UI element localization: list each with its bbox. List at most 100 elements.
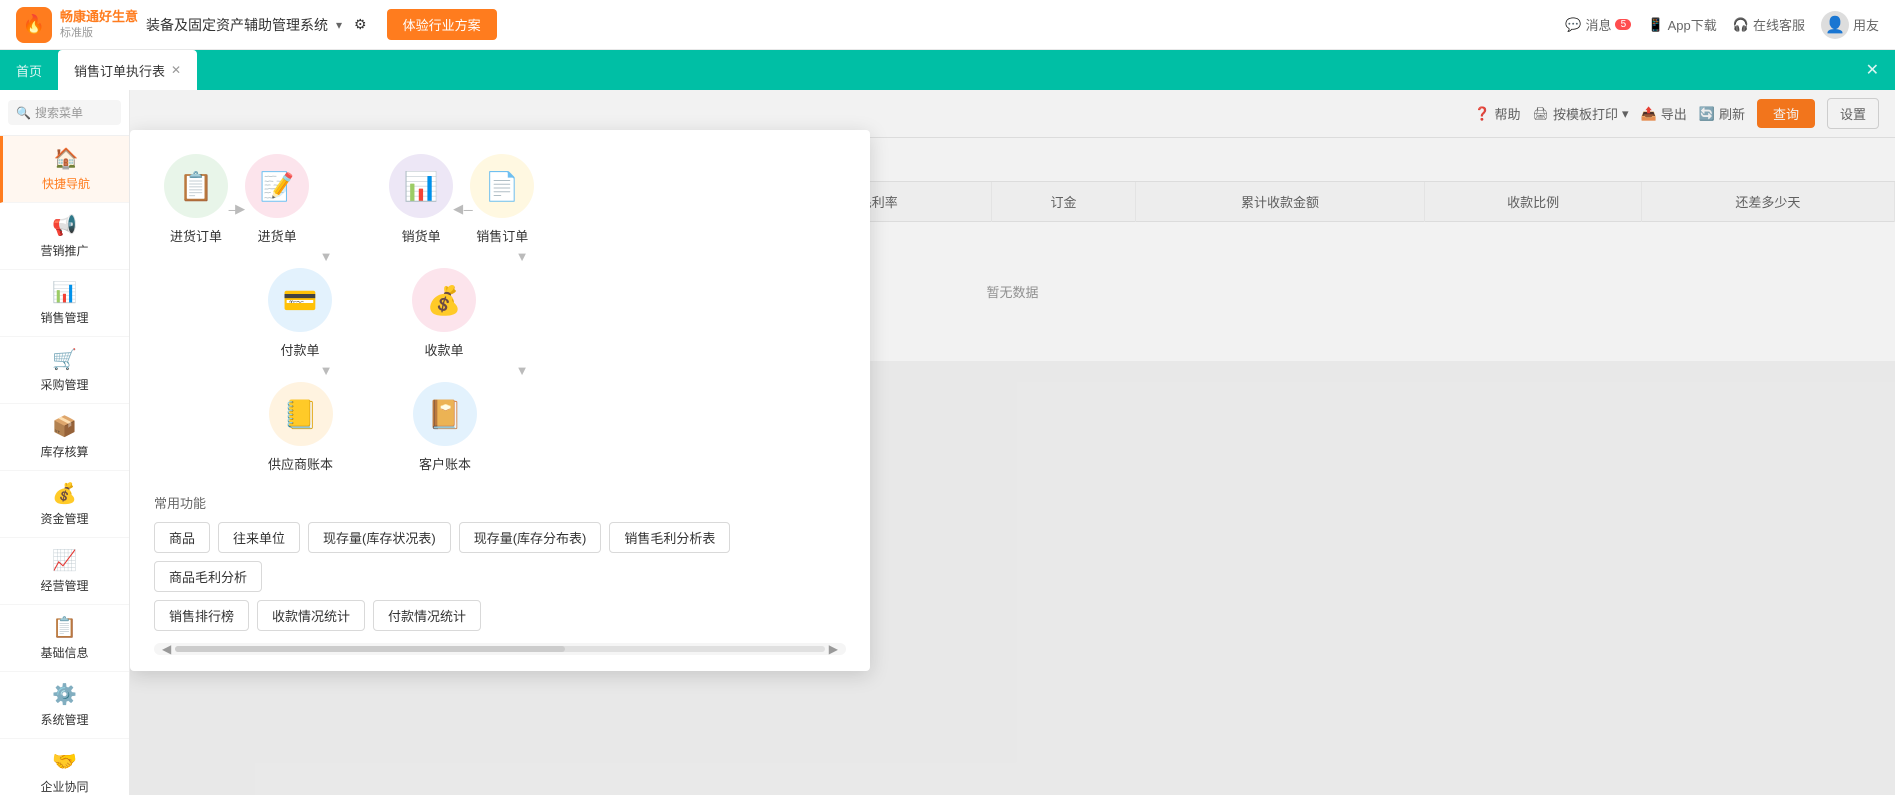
sidebar-item-inventory[interactable]: 📦 库存核算 [0, 404, 129, 471]
flow-arrows-down-1: ▼ ▼ [154, 245, 846, 268]
purchase-order-circle: 📋 [164, 154, 228, 218]
tab-close-all-btn[interactable]: ✕ [1866, 60, 1879, 80]
scroll-right-btn[interactable]: ▶ [825, 642, 842, 656]
system-label: 系统管理 [40, 711, 88, 728]
settings-icon[interactable]: ⚙ [354, 16, 367, 33]
down-arrow-sales: ▼ [490, 249, 554, 264]
func-btn-stock-status[interactable]: 现存量(库存状况表) [308, 522, 451, 553]
system-icon: ⚙️ [52, 682, 77, 707]
tab-bar: 首页 销售订单执行表 ✕ ✕ [0, 50, 1895, 90]
sidebar-search-inner[interactable]: 🔍 搜索菜单 [8, 100, 121, 125]
func-btn-receipt-stats[interactable]: 收款情况统计 [257, 600, 365, 631]
func-btn-product-gross[interactable]: 商品毛利分析 [154, 561, 262, 592]
func-btn-product[interactable]: 商品 [154, 522, 210, 553]
supplier-ledger-label: 供应商账本 [268, 454, 333, 473]
tab-close-icon[interactable]: ✕ [171, 63, 181, 77]
quick-nav-label: 快捷导航 [42, 175, 90, 192]
enterprise-icon: 🤝 [52, 749, 77, 774]
sales-bill-icon: 📊 [404, 170, 439, 203]
func-btn-sales-ranking[interactable]: 销售排行榜 [154, 600, 249, 631]
top-header: 🔥 畅康通好生意 标准版 装备及固定资产辅助管理系统 ▾ ⚙ 体验行业方案 💬 … [0, 0, 1895, 50]
receipt-circle: 💰 [412, 268, 476, 332]
common-functions: 常用功能 商品 往来单位 现存量(库存状况表) 现存量(库存分布表) 销售毛利分… [154, 493, 846, 631]
basic-info-label: 基础信息 [40, 644, 88, 661]
sidebar-item-enterprise[interactable]: 🤝 企业协同 [0, 739, 129, 795]
header-right: 💬 消息 5 📱 App下载 🎧 在线客服 👤 用友 [1565, 11, 1879, 39]
system-dropdown-btn[interactable]: ▾ [336, 18, 342, 32]
quick-nav-icon: 🏠 [54, 146, 79, 171]
user-name: 用友 [1853, 15, 1879, 34]
logo-text: 畅康通好生意 标准版 [60, 8, 138, 42]
sales-label: 销售管理 [40, 309, 88, 326]
func-btn-supplier-customer[interactable]: 往来单位 [218, 522, 300, 553]
arrow-4-3: ◀ - - - - [453, 201, 470, 217]
tab-sales-order-exec-label: 销售订单执行表 [74, 61, 165, 80]
user-area[interactable]: 👤 用友 [1821, 11, 1879, 39]
flow-node-purchase-order[interactable]: 📋 进货订单 [164, 154, 228, 245]
scroll-left-btn[interactable]: ◀ [158, 642, 175, 656]
main-layout: 🔍 搜索菜单 🏠 快捷导航 📢 营销推广 📊 销售管理 🛒 采购管理 📦 库存核… [0, 90, 1895, 795]
customer-ledger-circle: 📔 [413, 382, 477, 446]
popup-scrollbar[interactable]: ◀ ▶ [154, 643, 846, 655]
flow-diagram: 📋 进货订单 - - - - ▶ 📝 进货单 [154, 154, 846, 473]
headset-icon: 🎧 [1733, 17, 1749, 33]
sidebar-item-basic-info[interactable]: 📋 基础信息 [0, 605, 129, 672]
sidebar-item-marketing[interactable]: 📢 营销推广 [0, 203, 129, 270]
func-btn-sales-gross[interactable]: 销售毛利分析表 [609, 522, 730, 553]
tab-home-label: 首页 [16, 61, 42, 80]
phone-icon: 📱 [1647, 17, 1663, 33]
purchase-bill-label: 进货单 [258, 226, 297, 245]
flow-row-1: 📋 进货订单 - - - - ▶ 📝 进货单 [154, 154, 846, 245]
scrollbar-thumb[interactable] [175, 646, 565, 652]
app-download-label: App下载 [1668, 15, 1717, 34]
flow-node-sales-bill[interactable]: 📊 销货单 [389, 154, 453, 245]
sales-icon: 📊 [52, 280, 77, 305]
purchase-order-icon: 📋 [179, 170, 214, 203]
sidebar-item-finance[interactable]: 💰 资金管理 [0, 471, 129, 538]
tab-sales-order-exec[interactable]: 销售订单执行表 ✕ [58, 50, 197, 90]
scrollbar-track[interactable] [175, 646, 825, 652]
sales-bill-circle: 📊 [389, 154, 453, 218]
sidebar-item-system[interactable]: ⚙️ 系统管理 [0, 672, 129, 739]
func-btn-payment-stats[interactable]: 付款情况统计 [373, 600, 481, 631]
supplier-ledger-icon: 📒 [283, 398, 318, 431]
sidebar-search-area[interactable]: 🔍 搜索菜单 [0, 90, 129, 136]
sidebar: 🔍 搜索菜单 🏠 快捷导航 📢 营销推广 📊 销售管理 🛒 采购管理 📦 库存核… [0, 90, 130, 795]
dashed-h-2: - - - - [463, 202, 470, 217]
payment-label: 付款单 [280, 340, 319, 359]
inventory-label: 库存核算 [40, 443, 88, 460]
online-service-btn[interactable]: 🎧 在线客服 [1733, 15, 1805, 34]
purchase-bill-icon: 📝 [260, 170, 295, 203]
flow-row-2: 💳 付款单 💰 收款单 [154, 268, 846, 359]
flow-node-customer-ledger[interactable]: 📔 客户账本 [413, 382, 477, 473]
finance-icon: 💰 [52, 481, 77, 506]
sidebar-item-quick-nav[interactable]: 🏠 快捷导航 [0, 136, 129, 203]
sidebar-item-sales[interactable]: 📊 销售管理 [0, 270, 129, 337]
flow-node-receipt[interactable]: 💰 收款单 [412, 268, 476, 359]
sidebar-item-operation[interactable]: 📈 经营管理 [0, 538, 129, 605]
sales-bill-label: 销货单 [402, 226, 441, 245]
customer-ledger-icon: 📔 [428, 398, 463, 431]
purchase-bill-circle: 📝 [245, 154, 309, 218]
flow-row-3: 📒 供应商账本 📔 客户账本 [154, 382, 846, 473]
flow-node-purchase-bill[interactable]: 📝 进货单 [245, 154, 309, 245]
sidebar-item-purchase[interactable]: 🛒 采购管理 [0, 337, 129, 404]
system-title-text: 装备及固定资产辅助管理系统 [146, 15, 328, 35]
purchase-icon: 🛒 [52, 347, 77, 372]
message-btn[interactable]: 💬 消息 5 [1565, 15, 1631, 34]
payment-circle: 💳 [268, 268, 332, 332]
purchase-order-label: 进货订单 [170, 226, 222, 245]
try-btn[interactable]: 体验行业方案 [387, 9, 497, 40]
message-label: 消息 [1585, 15, 1611, 34]
app-download-btn[interactable]: 📱 App下载 [1647, 15, 1716, 34]
logo-main: 畅康通好生意 [60, 8, 138, 26]
flow-node-sales-order[interactable]: 📄 销售订单 [470, 154, 534, 245]
flow-node-supplier-ledger[interactable]: 📒 供应商账本 [268, 382, 333, 473]
arrow-left-1: ◀ [453, 201, 463, 217]
inventory-icon: 📦 [52, 414, 77, 439]
tab-home[interactable]: 首页 [0, 50, 58, 90]
func-btn-stock-dist[interactable]: 现存量(库存分布表) [459, 522, 602, 553]
system-title-area: 装备及固定资产辅助管理系统 ▾ ⚙ 体验行业方案 [146, 9, 1565, 40]
flow-node-payment[interactable]: 💳 付款单 [268, 268, 332, 359]
basic-info-icon: 📋 [52, 615, 77, 640]
